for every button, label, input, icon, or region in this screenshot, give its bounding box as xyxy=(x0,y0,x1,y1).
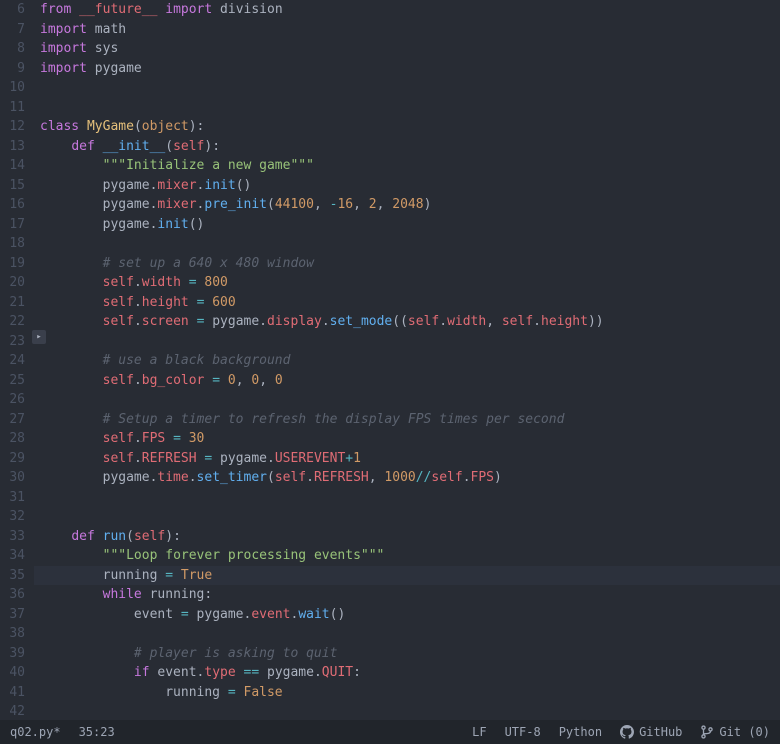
line-number: 41 xyxy=(0,683,25,703)
line-number: 12 xyxy=(0,117,25,137)
status-filename[interactable]: q02.py* xyxy=(10,725,61,739)
line-number: 6 xyxy=(0,0,25,20)
code-line[interactable]: """Loop forever processing events""" xyxy=(34,546,780,566)
line-number: 27 xyxy=(0,410,25,430)
code-line[interactable]: import pygame xyxy=(34,59,780,79)
line-number: 28 xyxy=(0,429,25,449)
status-language[interactable]: Python xyxy=(559,725,602,739)
status-line-ending[interactable]: LF xyxy=(472,725,486,739)
line-number: 19 xyxy=(0,254,25,274)
code-line[interactable]: event = pygame.event.wait() xyxy=(34,605,780,625)
code-line[interactable] xyxy=(34,332,780,352)
code-line[interactable]: pygame.mixer.pre_init(44100, -16, 2, 204… xyxy=(34,195,780,215)
code-line[interactable]: pygame.init() xyxy=(34,215,780,235)
code-line[interactable]: import math xyxy=(34,20,780,40)
code-line[interactable] xyxy=(34,78,780,98)
code-line[interactable] xyxy=(34,488,780,508)
line-number: 16 xyxy=(0,195,25,215)
code-line[interactable]: running = True xyxy=(34,566,780,586)
fold-expand-icon[interactable]: ▸ xyxy=(32,330,46,344)
line-number: 29 xyxy=(0,449,25,469)
code-line[interactable]: # set up a 640 x 480 window xyxy=(34,254,780,274)
status-encoding[interactable]: UTF-8 xyxy=(505,725,541,739)
code-line[interactable]: self.bg_color = 0, 0, 0 xyxy=(34,371,780,391)
code-line[interactable] xyxy=(34,98,780,118)
line-number: 22 xyxy=(0,312,25,332)
code-line[interactable]: running = False xyxy=(34,683,780,703)
code-line[interactable]: self.screen = pygame.display.set_mode((s… xyxy=(34,312,780,332)
line-number: 42 xyxy=(0,702,25,720)
code-line[interactable]: while running: xyxy=(34,585,780,605)
status-bar: q02.py* 35:23 LF UTF-8 Python GitHub Git… xyxy=(0,720,780,744)
code-line[interactable]: # player is asking to quit xyxy=(34,644,780,664)
code-line[interactable] xyxy=(34,624,780,644)
code-line[interactable]: # use a black background xyxy=(34,351,780,371)
line-number: 13 xyxy=(0,137,25,157)
code-line[interactable]: # Setup a timer to refresh the display F… xyxy=(34,410,780,430)
code-line[interactable]: """Initialize a new game""" xyxy=(34,156,780,176)
line-number: 36 xyxy=(0,585,25,605)
status-git[interactable]: Git (0) xyxy=(700,725,770,739)
code-line[interactable]: def run(self): xyxy=(34,527,780,547)
line-number: 23 xyxy=(0,332,25,352)
line-number: 7 xyxy=(0,20,25,40)
git-branch-icon xyxy=(700,725,714,739)
line-number: 38 xyxy=(0,624,25,644)
status-github-label: GitHub xyxy=(639,725,682,739)
code-line[interactable]: from __future__ import division xyxy=(34,0,780,20)
code-line[interactable] xyxy=(34,702,780,720)
code-line[interactable] xyxy=(34,507,780,527)
line-number: 30 xyxy=(0,468,25,488)
code-area[interactable]: ▸ from __future__ import divisionimport … xyxy=(34,0,780,720)
code-line[interactable]: if event.type == pygame.QUIT: xyxy=(34,663,780,683)
line-number: 33 xyxy=(0,527,25,547)
line-number: 18 xyxy=(0,234,25,254)
code-line[interactable] xyxy=(34,234,780,254)
line-number: 25 xyxy=(0,371,25,391)
status-github[interactable]: GitHub xyxy=(620,725,682,739)
code-line[interactable]: self.FPS = 30 xyxy=(34,429,780,449)
code-line[interactable]: pygame.time.set_timer(self.REFRESH, 1000… xyxy=(34,468,780,488)
line-number: 10 xyxy=(0,78,25,98)
line-number: 32 xyxy=(0,507,25,527)
code-line[interactable]: self.width = 800 xyxy=(34,273,780,293)
line-number: 24 xyxy=(0,351,25,371)
code-line[interactable]: self.REFRESH = pygame.USEREVENT+1 xyxy=(34,449,780,469)
code-line[interactable]: import sys xyxy=(34,39,780,59)
line-number: 39 xyxy=(0,644,25,664)
code-line[interactable]: def __init__(self): xyxy=(34,137,780,157)
status-cursor-position[interactable]: 35:23 xyxy=(79,725,115,739)
line-number: 40 xyxy=(0,663,25,683)
line-number: 9 xyxy=(0,59,25,79)
line-number-gutter: 6789101112131415161718192021222324252627… xyxy=(0,0,34,720)
line-number: 26 xyxy=(0,390,25,410)
github-icon xyxy=(620,725,634,739)
line-number: 14 xyxy=(0,156,25,176)
code-line[interactable] xyxy=(34,390,780,410)
code-line[interactable]: class MyGame(object): xyxy=(34,117,780,137)
line-number: 37 xyxy=(0,605,25,625)
line-number: 11 xyxy=(0,98,25,118)
line-number: 20 xyxy=(0,273,25,293)
line-number: 8 xyxy=(0,39,25,59)
line-number: 15 xyxy=(0,176,25,196)
line-number: 17 xyxy=(0,215,25,235)
line-number: 31 xyxy=(0,488,25,508)
line-number: 35 xyxy=(0,566,25,586)
code-line[interactable]: pygame.mixer.init() xyxy=(34,176,780,196)
code-editor[interactable]: 6789101112131415161718192021222324252627… xyxy=(0,0,780,720)
status-git-label: Git (0) xyxy=(719,725,770,739)
line-number: 34 xyxy=(0,546,25,566)
code-line[interactable]: self.height = 600 xyxy=(34,293,780,313)
line-number: 21 xyxy=(0,293,25,313)
